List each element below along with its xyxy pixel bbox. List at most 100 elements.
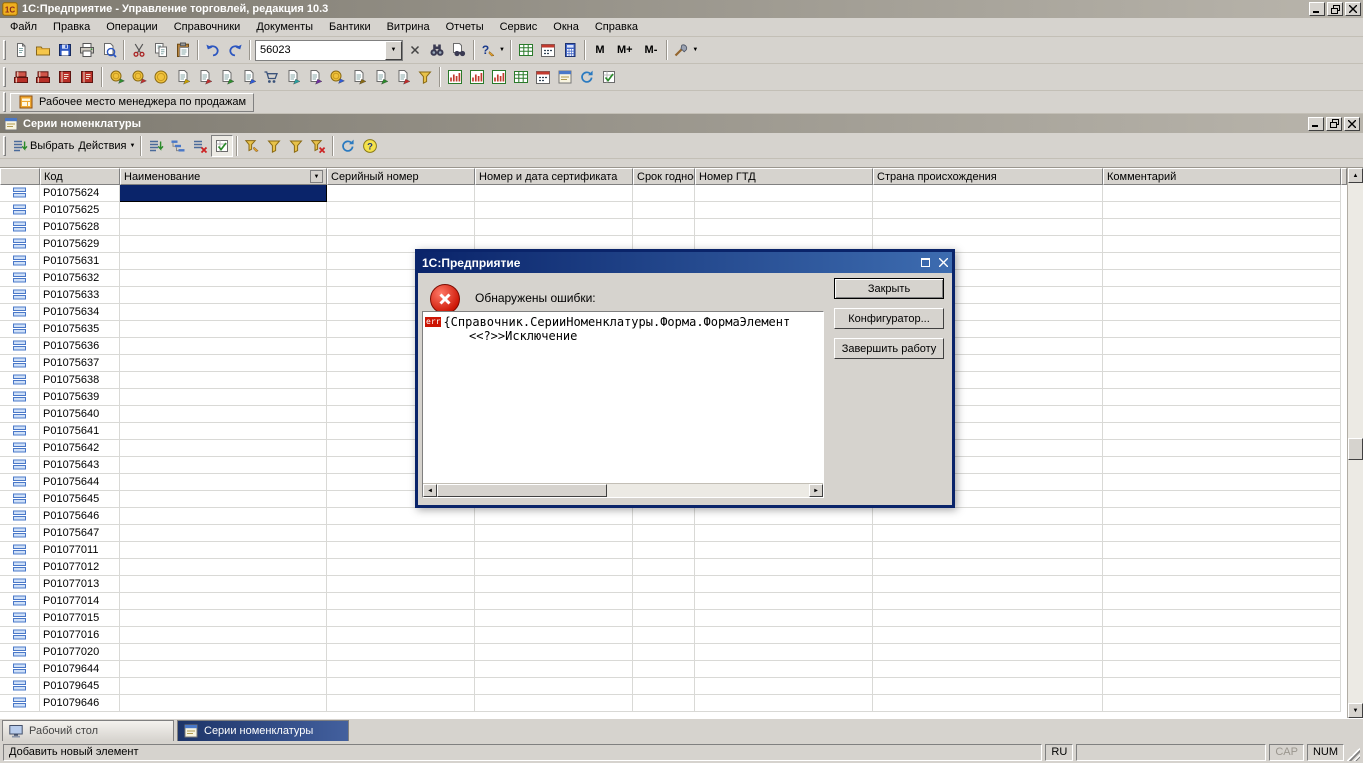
cell-cert[interactable] xyxy=(475,542,633,559)
filter-history-icon[interactable] xyxy=(285,135,307,157)
open-icon[interactable] xyxy=(32,39,54,61)
cell-comment[interactable] xyxy=(1103,355,1341,372)
cell-country[interactable] xyxy=(873,695,1103,712)
cell-expiry[interactable] xyxy=(633,559,695,576)
cell-code[interactable]: P01079644 xyxy=(40,661,120,678)
counterparties-icon[interactable] xyxy=(54,66,76,88)
cell-comment[interactable] xyxy=(1103,287,1341,304)
cell-cert[interactable] xyxy=(475,185,633,202)
cell-comment[interactable] xyxy=(1103,661,1341,678)
sales-report-icon[interactable] xyxy=(444,66,466,88)
cell-name[interactable] xyxy=(120,321,327,338)
cell-gtd[interactable] xyxy=(695,695,873,712)
cell-gtd[interactable] xyxy=(695,559,873,576)
inventory-doc-icon[interactable] xyxy=(304,66,326,88)
child-restore-button[interactable] xyxy=(1326,116,1342,131)
cell-name[interactable] xyxy=(120,287,327,304)
table-row[interactable]: P01079644 xyxy=(0,661,1347,678)
cell-code[interactable]: P01077016 xyxy=(40,627,120,644)
cell-serial[interactable] xyxy=(327,593,475,610)
hscroll-thumb[interactable] xyxy=(437,484,607,497)
table-row[interactable]: P01077020 xyxy=(0,644,1347,661)
service-settings-icon[interactable]: ▼ xyxy=(671,39,700,61)
cell-serial[interactable] xyxy=(327,661,475,678)
cell-code[interactable]: P01075631 xyxy=(40,253,120,270)
crm-form-icon[interactable] xyxy=(554,66,576,88)
cell-cert[interactable] xyxy=(475,219,633,236)
hscroll-track[interactable] xyxy=(437,484,809,497)
payment-order-icon[interactable] xyxy=(150,66,172,88)
vertical-scrollbar[interactable]: ▲ ▼ xyxy=(1347,168,1363,718)
cell-code[interactable]: P01079645 xyxy=(40,678,120,695)
cell-name[interactable] xyxy=(120,525,327,542)
combo-dropdown-icon[interactable]: ▼ xyxy=(385,40,402,60)
cell-name[interactable] xyxy=(120,406,327,423)
mdi-tab-desktop[interactable]: Рабочий стол xyxy=(2,720,174,741)
print-icon[interactable] xyxy=(76,39,98,61)
column-header-icon[interactable] xyxy=(0,168,40,185)
cell-gtd[interactable] xyxy=(695,525,873,542)
table-row[interactable]: P01077011 xyxy=(0,542,1347,559)
menu-item-3[interactable]: Справочники xyxy=(166,19,249,35)
table-row[interactable]: P01075628 xyxy=(0,219,1347,236)
cell-expiry[interactable] xyxy=(633,525,695,542)
cell-name[interactable] xyxy=(120,474,327,491)
debt-report-icon[interactable] xyxy=(488,66,510,88)
minimize-button[interactable] xyxy=(1309,2,1325,16)
cell-name[interactable] xyxy=(120,542,327,559)
column-header-code[interactable]: Код xyxy=(40,168,120,185)
cell-cert[interactable] xyxy=(475,610,633,627)
syntax-check-icon[interactable]: ? ▼ xyxy=(478,39,507,61)
cell-cert[interactable] xyxy=(475,559,633,576)
cell-comment[interactable] xyxy=(1103,610,1341,627)
cell-serial[interactable] xyxy=(327,525,475,542)
table-row[interactable]: P01075624 xyxy=(0,185,1347,202)
actions-menu-button[interactable]: Действия ▼ xyxy=(76,135,137,157)
scroll-thumb[interactable] xyxy=(1348,438,1363,460)
menu-item-4[interactable]: Документы xyxy=(248,19,321,35)
cell-comment[interactable] xyxy=(1103,321,1341,338)
table-row[interactable]: P01077014 xyxy=(0,593,1347,610)
cell-code[interactable]: P01075629 xyxy=(40,236,120,253)
cell-code[interactable]: P01075637 xyxy=(40,355,120,372)
planning-calendar-icon[interactable] xyxy=(532,66,554,88)
cell-comment[interactable] xyxy=(1103,389,1341,406)
cell-name[interactable] xyxy=(120,270,327,287)
help-icon[interactable]: ? xyxy=(359,135,381,157)
mdi-tab-series[interactable]: Серии номенклатуры xyxy=(177,720,349,741)
cell-comment[interactable] xyxy=(1103,474,1341,491)
cell-country[interactable] xyxy=(873,593,1103,610)
scroll-left-icon[interactable]: ◀ xyxy=(423,484,437,497)
cell-serial[interactable] xyxy=(327,627,475,644)
cell-name[interactable] xyxy=(120,559,327,576)
dialog-close-button[interactable] xyxy=(939,258,948,267)
cell-gtd[interactable] xyxy=(695,678,873,695)
cell-code[interactable]: P01077013 xyxy=(40,576,120,593)
cell-name[interactable] xyxy=(120,202,327,219)
scroll-down-icon[interactable]: ▼ xyxy=(1348,703,1363,718)
cell-serial[interactable] xyxy=(327,219,475,236)
menu-item-1[interactable]: Правка xyxy=(45,19,98,35)
toolbar-grip[interactable] xyxy=(3,135,6,156)
cell-comment[interactable] xyxy=(1103,695,1341,712)
cell-code[interactable]: P01075639 xyxy=(40,389,120,406)
cell-comment[interactable] xyxy=(1103,508,1341,525)
cell-code[interactable]: P01075646 xyxy=(40,508,120,525)
scroll-up-icon[interactable]: ▲ xyxy=(1348,168,1363,183)
refresh-icon[interactable] xyxy=(337,135,359,157)
cell-comment[interactable] xyxy=(1103,236,1341,253)
cell-name[interactable] xyxy=(120,593,327,610)
cell-code[interactable]: P01075642 xyxy=(40,440,120,457)
column-header-country[interactable]: Страна происхождения xyxy=(873,168,1103,185)
toolbar-grip[interactable] xyxy=(3,92,6,112)
clear-filter-icon[interactable] xyxy=(307,135,329,157)
close-button[interactable] xyxy=(1345,2,1361,16)
delete-item-icon[interactable] xyxy=(189,135,211,157)
customer-order-icon[interactable] xyxy=(172,66,194,88)
item-levels-icon[interactable] xyxy=(167,135,189,157)
resize-grip[interactable] xyxy=(1347,743,1360,761)
copy-icon[interactable] xyxy=(150,39,172,61)
quick-search-combo[interactable]: 56023 ▼ xyxy=(255,39,403,61)
retail-sales-icon[interactable] xyxy=(260,66,282,88)
sales-invoice-icon[interactable] xyxy=(194,66,216,88)
